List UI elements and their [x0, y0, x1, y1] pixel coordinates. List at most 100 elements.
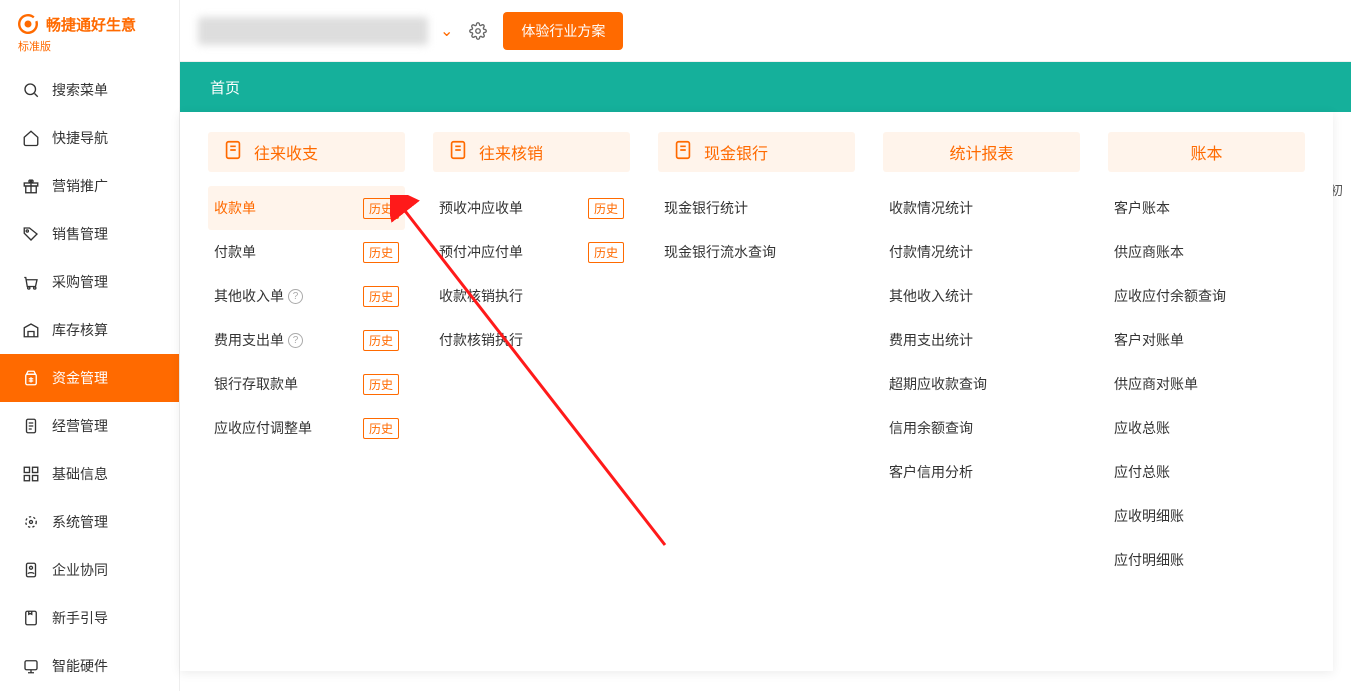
- mega-menu-item[interactable]: 付款情况统计: [883, 230, 1080, 274]
- sidebar-item-label: 基础信息: [52, 464, 108, 484]
- mega-column-header: 现金银行: [658, 132, 855, 172]
- mega-menu-item[interactable]: 付款单 历史: [208, 230, 405, 274]
- history-tag[interactable]: 历史: [363, 374, 399, 395]
- mega-item-label: 费用支出统计: [889, 330, 973, 350]
- history-tag[interactable]: 历史: [363, 330, 399, 351]
- mega-menu-item[interactable]: 供应商对账单: [1108, 362, 1305, 406]
- history-tag[interactable]: 历史: [363, 418, 399, 439]
- mega-menu-item[interactable]: 现金银行流水查询: [658, 230, 855, 274]
- sidebar-item-doc[interactable]: 经营管理: [0, 402, 179, 450]
- help-icon[interactable]: ?: [288, 333, 303, 348]
- mega-item-label: 应收明细账: [1114, 506, 1184, 526]
- mega-item-label: 预收冲应收单: [439, 198, 523, 218]
- mega-menu-item[interactable]: 应收总账: [1108, 406, 1305, 450]
- mega-item-label: 现金银行统计: [664, 198, 748, 218]
- sidebar-item-label: 搜索菜单: [52, 80, 108, 100]
- home-icon: [22, 129, 40, 147]
- mega-menu-item[interactable]: 收款核销执行: [433, 274, 630, 318]
- sidebar-item-label: 企业协同: [52, 560, 108, 580]
- sidebar-item-home[interactable]: 快捷导航: [0, 114, 179, 162]
- sidebar-item-gift[interactable]: 营销推广: [0, 162, 179, 210]
- grid-icon: [22, 465, 40, 483]
- mega-menu-item[interactable]: 现金银行统计: [658, 186, 855, 230]
- mega-menu-item[interactable]: 信用余额查询: [883, 406, 1080, 450]
- gear-icon: [22, 513, 40, 531]
- history-tag[interactable]: 历史: [363, 242, 399, 263]
- document-icon: [222, 139, 244, 166]
- mega-menu-item[interactable]: 银行存取款单历史: [208, 362, 405, 406]
- mega-item-label: 超期应收款查询: [889, 374, 987, 394]
- mega-column-title: 统计报表: [949, 140, 1013, 164]
- mega-column: 现金银行现金银行统计现金银行流水查询: [658, 132, 855, 651]
- mega-column: 统计报表收款情况统计付款情况统计其他收入统计费用支出统计超期应收款查询信用余额查…: [883, 132, 1080, 651]
- mega-menu-item[interactable]: 费用支出单?历史: [208, 318, 405, 362]
- mega-item-label: 应收应付调整单: [214, 418, 312, 438]
- brand-logo-icon: [16, 12, 40, 36]
- sidebar-item-warehouse[interactable]: 库存核算: [0, 306, 179, 354]
- tab-home[interactable]: 首页: [198, 77, 252, 98]
- mega-column-header: 统计报表: [883, 132, 1080, 172]
- mega-item-label: 付款单: [214, 242, 256, 262]
- sidebar-item-search[interactable]: 搜索菜单: [0, 66, 179, 114]
- mega-item-label: 付款核销执行: [439, 330, 523, 350]
- settings-button[interactable]: [465, 18, 491, 44]
- mega-menu-item[interactable]: 应收应付调整单 历史: [208, 406, 405, 450]
- mega-item-label: 其他收入统计: [889, 286, 973, 306]
- mega-menu-item[interactable]: 客户对账单: [1108, 318, 1305, 362]
- mega-menu-item[interactable]: 应付总账: [1108, 450, 1305, 494]
- mega-item-label: 收款单: [214, 198, 256, 218]
- mega-menu-item[interactable]: 超期应收款查询: [883, 362, 1080, 406]
- mega-column-header: 往来核销: [433, 132, 630, 172]
- sidebar-item-device[interactable]: 智能硬件: [0, 642, 179, 690]
- sidebar-item-cart[interactable]: 采购管理: [0, 258, 179, 306]
- mega-item-label: 现金银行流水查询: [664, 242, 776, 262]
- search-icon: [22, 81, 40, 99]
- mega-column-title: 往来核销: [479, 140, 543, 164]
- tabbar: 首页: [180, 62, 1351, 112]
- mega-item-label: 信用余额查询: [889, 418, 973, 438]
- mega-menu-item[interactable]: 应收应付余额查询: [1108, 274, 1305, 318]
- help-icon[interactable]: ?: [288, 289, 303, 304]
- experience-button[interactable]: 体验行业方案: [503, 12, 623, 50]
- sidebar-item-label: 资金管理: [52, 368, 108, 388]
- mega-menu-item[interactable]: 客户账本: [1108, 186, 1305, 230]
- gear-icon: [469, 22, 487, 40]
- mega-menu-item[interactable]: 费用支出统计: [883, 318, 1080, 362]
- mega-item-label: 供应商对账单: [1114, 374, 1198, 394]
- mega-column-title: 现金银行: [704, 140, 768, 164]
- mega-item-label: 供应商账本: [1114, 242, 1184, 262]
- sidebar-item-grid[interactable]: 基础信息: [0, 450, 179, 498]
- mega-menu-item[interactable]: 付款核销执行: [433, 318, 630, 362]
- mega-menu-item[interactable]: 收款情况统计: [883, 186, 1080, 230]
- sidebar-item-label: 快捷导航: [52, 128, 108, 148]
- sidebar: 畅捷通好生意 标准版 搜索菜单快捷导航营销推广销售管理采购管理库存核算资金管理经…: [0, 0, 180, 691]
- document-icon: [447, 139, 469, 166]
- sidebar-item-money[interactable]: 资金管理: [0, 354, 179, 402]
- sidebar-item-tag[interactable]: 销售管理: [0, 210, 179, 258]
- history-tag[interactable]: 历史: [363, 198, 399, 219]
- history-tag[interactable]: 历史: [588, 242, 624, 263]
- document-icon: [672, 139, 694, 166]
- history-tag[interactable]: 历史: [588, 198, 624, 219]
- mega-menu-item[interactable]: 供应商账本: [1108, 230, 1305, 274]
- mega-menu-item[interactable]: 收款单 历史: [208, 186, 405, 230]
- mega-menu-item[interactable]: 预收冲应收单 历史: [433, 186, 630, 230]
- sidebar-item-gear[interactable]: 系统管理: [0, 498, 179, 546]
- mega-menu-item[interactable]: 其他收入单?历史: [208, 274, 405, 318]
- mega-column-header: 往来收支: [208, 132, 405, 172]
- sidebar-item-label: 采购管理: [52, 272, 108, 292]
- mega-menu-item[interactable]: 预付冲应付单历史: [433, 230, 630, 274]
- sidebar-item-label: 智能硬件: [52, 656, 108, 676]
- history-tag[interactable]: 历史: [363, 286, 399, 307]
- company-selector-blurred[interactable]: [198, 17, 428, 45]
- mega-menu-item[interactable]: 其他收入统计: [883, 274, 1080, 318]
- mega-menu-item[interactable]: 应付明细账: [1108, 538, 1305, 582]
- sidebar-item-guide[interactable]: 新手引导: [0, 594, 179, 642]
- mega-menu-item[interactable]: 客户信用分析: [883, 450, 1080, 494]
- mega-item-label: 应收应付余额查询: [1114, 286, 1226, 306]
- sidebar-item-collab[interactable]: 企业协同: [0, 546, 179, 594]
- sidebar-item-label: 销售管理: [52, 224, 108, 244]
- mega-menu-item[interactable]: 应收明细账: [1108, 494, 1305, 538]
- mega-item-label: 应付总账: [1114, 462, 1170, 482]
- chevron-down-icon[interactable]: ⌄: [440, 21, 453, 41]
